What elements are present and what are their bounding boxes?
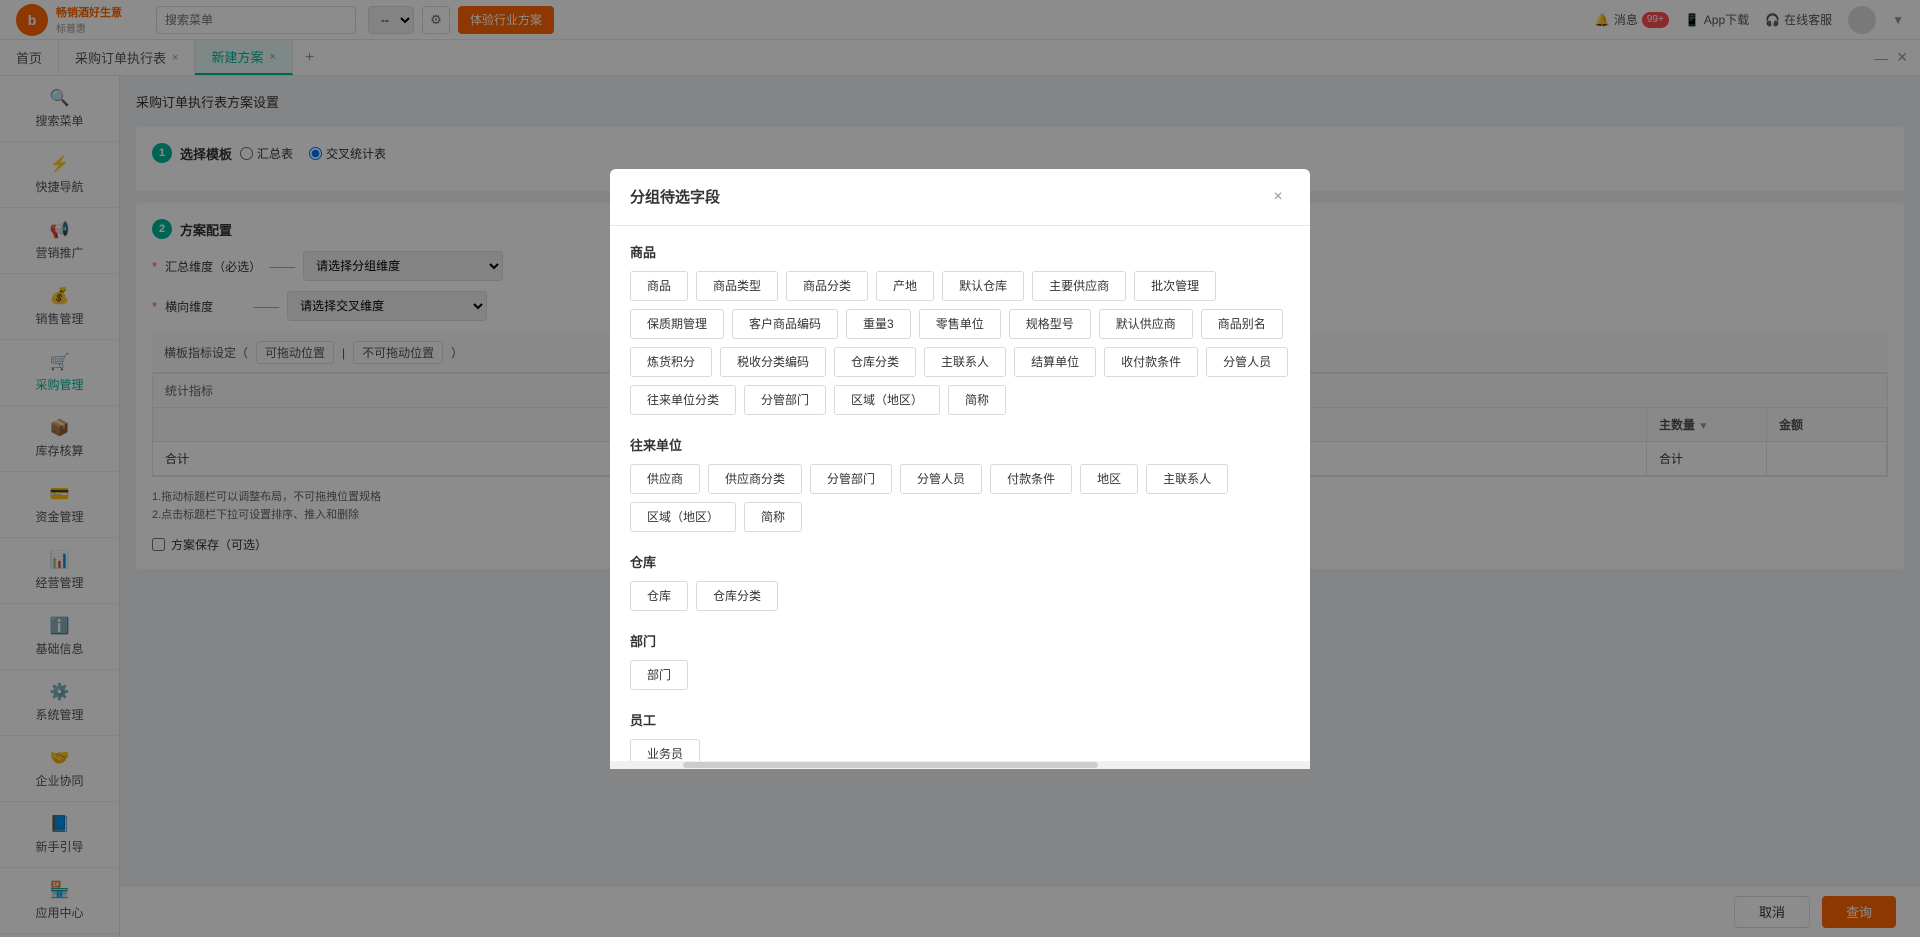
field-category-仓库: 仓库仓库仓库分类 (630, 552, 1290, 611)
field-tag[interactable]: 炼货积分 (630, 347, 712, 377)
field-tag[interactable]: 保质期管理 (630, 309, 724, 339)
field-tags: 业务员 (630, 739, 1290, 761)
field-category-部门: 部门部门 (630, 631, 1290, 690)
field-tag[interactable]: 分管部门 (810, 464, 892, 494)
field-tag[interactable]: 付款条件 (990, 464, 1072, 494)
modal-hscroll-thumb (683, 762, 1098, 768)
field-category-title: 商品 (630, 242, 1290, 261)
modal-title: 分组待选字段 (630, 186, 720, 207)
field-tag[interactable]: 默认供应商 (1099, 309, 1193, 339)
modal-overlay: 分组待选字段 × 商品商品商品类型商品分类产地默认仓库主要供应商批次管理保质期管… (0, 0, 1920, 937)
field-tag[interactable]: 默认仓库 (942, 271, 1024, 301)
field-tag[interactable]: 税收分类编码 (720, 347, 826, 377)
field-category-title: 往来单位 (630, 435, 1290, 454)
field-tag[interactable]: 收付款条件 (1104, 347, 1198, 377)
field-tag[interactable]: 简称 (948, 385, 1006, 415)
field-category-往来单位: 往来单位供应商供应商分类分管部门分管人员付款条件地区主联系人区域（地区） 简称 (630, 435, 1290, 532)
field-category-title: 部门 (630, 631, 1290, 650)
field-tags: 部门 (630, 660, 1290, 690)
field-tag[interactable]: 区域（地区） (834, 385, 940, 415)
field-tag[interactable]: 供应商分类 (708, 464, 802, 494)
field-category-商品: 商品商品商品类型商品分类产地默认仓库主要供应商批次管理保质期管理客户商品编码重量… (630, 242, 1290, 415)
field-tag[interactable]: 简称 (744, 502, 802, 532)
modal-body: 商品商品商品类型商品分类产地默认仓库主要供应商批次管理保质期管理客户商品编码重量… (610, 226, 1310, 761)
field-tags: 商品商品类型商品分类产地默认仓库主要供应商批次管理保质期管理客户商品编码重量3 零… (630, 271, 1290, 415)
field-category-title: 仓库 (630, 552, 1290, 571)
field-tag[interactable]: 商品类型 (696, 271, 778, 301)
field-tag[interactable]: 商品 (630, 271, 688, 301)
field-tag[interactable]: 供应商 (630, 464, 700, 494)
field-tag[interactable]: 地区 (1080, 464, 1138, 494)
field-tag[interactable]: 主要供应商 (1032, 271, 1126, 301)
modal-horizontal-scrollbar[interactable] (610, 761, 1310, 769)
field-category-title: 员工 (630, 710, 1290, 729)
field-tag[interactable]: 产地 (876, 271, 934, 301)
field-tag[interactable]: 主联系人 (924, 347, 1006, 377)
modal-dialog: 分组待选字段 × 商品商品商品类型商品分类产地默认仓库主要供应商批次管理保质期管… (610, 169, 1310, 769)
field-tag[interactable]: 商品分类 (786, 271, 868, 301)
field-tag[interactable]: 往来单位分类 (630, 385, 736, 415)
field-category-员工: 员工业务员 (630, 710, 1290, 761)
field-tags: 仓库仓库分类 (630, 581, 1290, 611)
field-tag[interactable]: 客户商品编码 (732, 309, 838, 339)
field-tag[interactable]: 仓库分类 (834, 347, 916, 377)
field-tag[interactable]: 批次管理 (1134, 271, 1216, 301)
field-tag[interactable]: 分管人员 (900, 464, 982, 494)
field-tag[interactable]: 结算单位 (1014, 347, 1096, 377)
field-tag[interactable]: 规格型号 (1009, 309, 1091, 339)
field-tag[interactable]: 区域（地区） (630, 502, 736, 532)
field-tag[interactable]: 仓库分类 (696, 581, 778, 611)
field-tag[interactable]: 部门 (630, 660, 688, 690)
modal-close-button[interactable]: × (1266, 185, 1290, 209)
field-tag[interactable]: 零售单位 (919, 309, 1001, 339)
field-tag[interactable]: 仓库 (630, 581, 688, 611)
field-tags: 供应商供应商分类分管部门分管人员付款条件地区主联系人区域（地区） 简称 (630, 464, 1290, 532)
field-tag[interactable]: 分管部门 (744, 385, 826, 415)
field-tag[interactable]: 分管人员 (1206, 347, 1288, 377)
field-tag[interactable]: 重量3 (846, 309, 911, 339)
field-tag[interactable]: 商品别名 (1201, 309, 1283, 339)
field-tag[interactable]: 主联系人 (1146, 464, 1228, 494)
modal-header: 分组待选字段 × (610, 169, 1310, 226)
field-tag[interactable]: 业务员 (630, 739, 700, 761)
